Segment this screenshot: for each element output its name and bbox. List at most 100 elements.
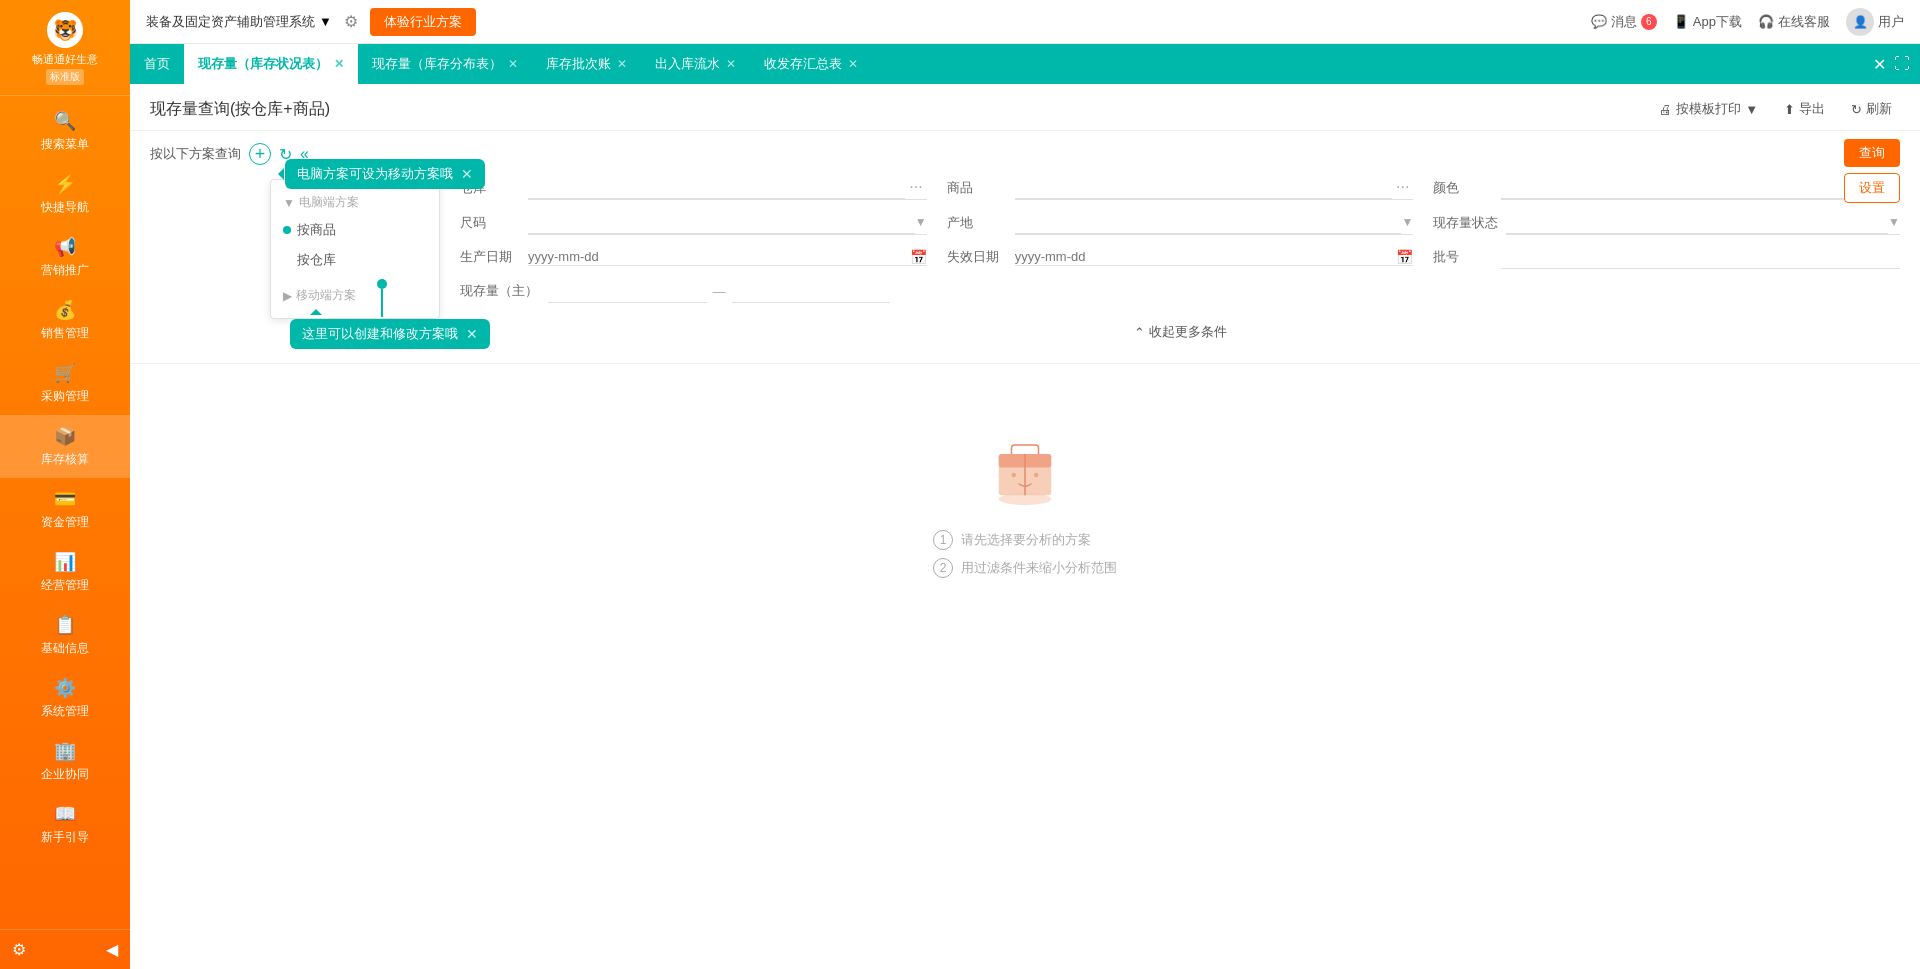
app-download-label: App下载 (1693, 13, 1742, 31)
app-download-item[interactable]: 📱 App下载 (1673, 13, 1742, 31)
stock-main-from[interactable] (548, 279, 707, 303)
origin-input[interactable] (1015, 210, 1402, 234)
export-button[interactable]: ⬆ 导出 (1776, 96, 1833, 122)
edit-tooltip-close[interactable]: ✕ (466, 326, 478, 342)
money-icon: 💰 (54, 299, 76, 321)
sidebar-item-finance[interactable]: 💳 资金管理 (0, 478, 130, 541)
search-button[interactable]: 查询 (1844, 139, 1900, 167)
exp-date-label: 失效日期 (947, 248, 1007, 266)
stock-main-to[interactable] (732, 279, 891, 303)
sidebar-footer: ⚙ ◀ (0, 929, 130, 969)
tab-stock-batch-close[interactable]: ✕ (617, 57, 627, 71)
sidebar-item-purchase[interactable]: 🛒 采购管理 (0, 352, 130, 415)
scheme-panel: ▼ 电脑端方案 按商品 按仓库 ▶ 移动端方案 (270, 179, 440, 319)
chevron-up-icon: ⌃ (1134, 325, 1145, 340)
scheme-item-label: 按商品 (297, 221, 336, 239)
color-input[interactable] (1501, 175, 1888, 199)
batch-input[interactable] (1501, 245, 1900, 269)
size-input[interactable] (528, 210, 915, 234)
sidebar-item-label: 系统管理 (41, 703, 89, 720)
notification-item[interactable]: 💬 消息 6 (1591, 13, 1657, 31)
tab-stock-status-close[interactable]: ✕ (334, 57, 344, 71)
exp-date-input-wrapper: 📅 (1015, 249, 1414, 266)
user-item[interactable]: 👤 用户 (1846, 8, 1904, 36)
stock-main-range: — (548, 279, 890, 303)
warehouse-input-wrapper: ··· (528, 175, 927, 200)
step-2-text: 用过滤条件来缩小分析范围 (961, 559, 1117, 577)
size-label: 尺码 (460, 214, 520, 232)
warehouse-input[interactable] (528, 175, 905, 199)
color-select-wrapper: ▼ (1501, 175, 1900, 200)
sidebar: 🐯 畅通通好生意 标准版 🔍 搜索菜单 ⚡ 快捷导航 📢 营销推广 💰 销售管理… (0, 0, 130, 969)
scheme-item-warehouse[interactable]: 按仓库 (271, 245, 439, 275)
filter-origin: 产地 ▼ (947, 210, 1414, 235)
phone-icon: 📱 (1673, 14, 1689, 29)
sidebar-item-enterprise[interactable]: 🏢 企业协同 (0, 730, 130, 793)
tab-stock-batch[interactable]: 库存批次账 ✕ (532, 44, 641, 84)
origin-dropdown-icon[interactable]: ▼ (1401, 215, 1413, 229)
scheme-item-goods[interactable]: 按商品 (271, 215, 439, 245)
tab-inout[interactable]: 出入库流水 ✕ (641, 44, 750, 84)
collapse-more-button[interactable]: ⌃ 收起更多条件 (460, 313, 1900, 351)
sidebar-item-label: 快捷导航 (41, 199, 89, 216)
exp-date-calendar-icon[interactable]: 📅 (1396, 249, 1413, 265)
print-label: 按模板打印 (1676, 100, 1741, 118)
filter-warehouse: 仓库 ··· (460, 175, 927, 200)
tab-inout-label: 出入库流水 (655, 55, 720, 73)
size-dropdown-icon[interactable]: ▼ (915, 215, 927, 229)
filter-area: 按以下方案查询 + ↻ « ▼ 电脑端方案 按商品 按仓库 (130, 131, 1920, 364)
main-content: 现存量查询(按仓库+商品) 🖨 按模板打印 ▼ ⬆ 导出 ↻ 刷新 (130, 84, 1920, 969)
page-header: 现存量查询(按仓库+商品) 🖨 按模板打印 ▼ ⬆ 导出 ↻ 刷新 (130, 84, 1920, 131)
prod-date-input[interactable] (528, 249, 906, 264)
sidebar-item-marketing[interactable]: 📢 营销推广 (0, 226, 130, 289)
tab-recv-summary[interactable]: 收发存汇总表 ✕ (750, 44, 872, 84)
step-1-num: 1 (933, 530, 953, 550)
scheme-dot (283, 226, 291, 234)
filter-exp-date: 失效日期 📅 (947, 245, 1414, 269)
sidebar-item-label: 销售管理 (41, 325, 89, 342)
sidebar-item-nav[interactable]: ⚡ 快捷导航 (0, 163, 130, 226)
prod-date-calendar-icon[interactable]: 📅 (910, 249, 927, 265)
tab-stock-dist-close[interactable]: ✕ (508, 57, 518, 71)
sidebar-item-basic[interactable]: 📋 基础信息 (0, 604, 130, 667)
goods-input[interactable] (1015, 175, 1392, 199)
tab-stock-dist[interactable]: 现存量（库存分布表） ✕ (358, 44, 532, 84)
sidebar-item-search[interactable]: 🔍 搜索菜单 (0, 100, 130, 163)
trial-button[interactable]: 体验行业方案 (370, 8, 476, 36)
color-label: 颜色 (1433, 179, 1493, 197)
goods-dots-icon[interactable]: ··· (1392, 178, 1413, 196)
tab-recv-summary-close[interactable]: ✕ (848, 57, 858, 71)
sidebar-item-guide[interactable]: 📖 新手引导 (0, 793, 130, 856)
sidebar-item-system[interactable]: ⚙️ 系统管理 (0, 667, 130, 730)
tab-inout-close[interactable]: ✕ (726, 57, 736, 71)
collapse-sidebar-icon[interactable]: ◀ (106, 940, 118, 959)
collapse-label: 收起更多条件 (1149, 323, 1227, 341)
refresh-button[interactable]: ↻ 刷新 (1843, 96, 1900, 122)
scheme-tooltip-close[interactable]: ✕ (461, 166, 473, 182)
edit-scheme-tooltip: 这里可以创建和修改方案哦 ✕ (290, 319, 490, 349)
settings-footer-icon[interactable]: ⚙ (12, 940, 26, 959)
online-support-item[interactable]: 🎧 在线客服 (1758, 13, 1830, 31)
sidebar-item-inventory[interactable]: 📦 库存核算 (0, 415, 130, 478)
tabbar-close-all-icon[interactable]: ✕ (1873, 55, 1886, 74)
batch-label: 批号 (1433, 248, 1493, 266)
print-button[interactable]: 🖨 按模板打印 ▼ (1651, 96, 1766, 122)
header-left: 装备及固定资产辅助管理系统 ▼ ⚙ 体验行业方案 (146, 8, 476, 36)
add-scheme-button[interactable]: + (249, 143, 271, 165)
exp-date-input[interactable] (1015, 249, 1393, 264)
edit-tooltip-text: 这里可以创建和修改方案哦 (302, 325, 458, 343)
goods-input-wrapper: ··· (1015, 175, 1414, 200)
stock-status-input[interactable] (1506, 210, 1888, 234)
tab-home[interactable]: 首页 (130, 44, 184, 84)
settings-button[interactable]: 设置 (1844, 173, 1900, 203)
system-name: 装备及固定资产辅助管理系统 (146, 13, 315, 31)
sidebar-item-operation[interactable]: 📊 经营管理 (0, 541, 130, 604)
stock-status-dropdown-icon[interactable]: ▼ (1888, 215, 1900, 229)
system-selector[interactable]: 装备及固定资产辅助管理系统 ▼ (146, 13, 332, 31)
cart-icon: 🛒 (54, 362, 76, 384)
header-settings-icon[interactable]: ⚙ (344, 12, 358, 31)
tabbar-maximize-icon[interactable]: ⛶ (1894, 55, 1910, 73)
warehouse-dots-icon[interactable]: ··· (905, 178, 926, 196)
sidebar-item-sales[interactable]: 💰 销售管理 (0, 289, 130, 352)
tab-stock-status[interactable]: 现存量（库存状况表） ✕ (184, 44, 358, 84)
